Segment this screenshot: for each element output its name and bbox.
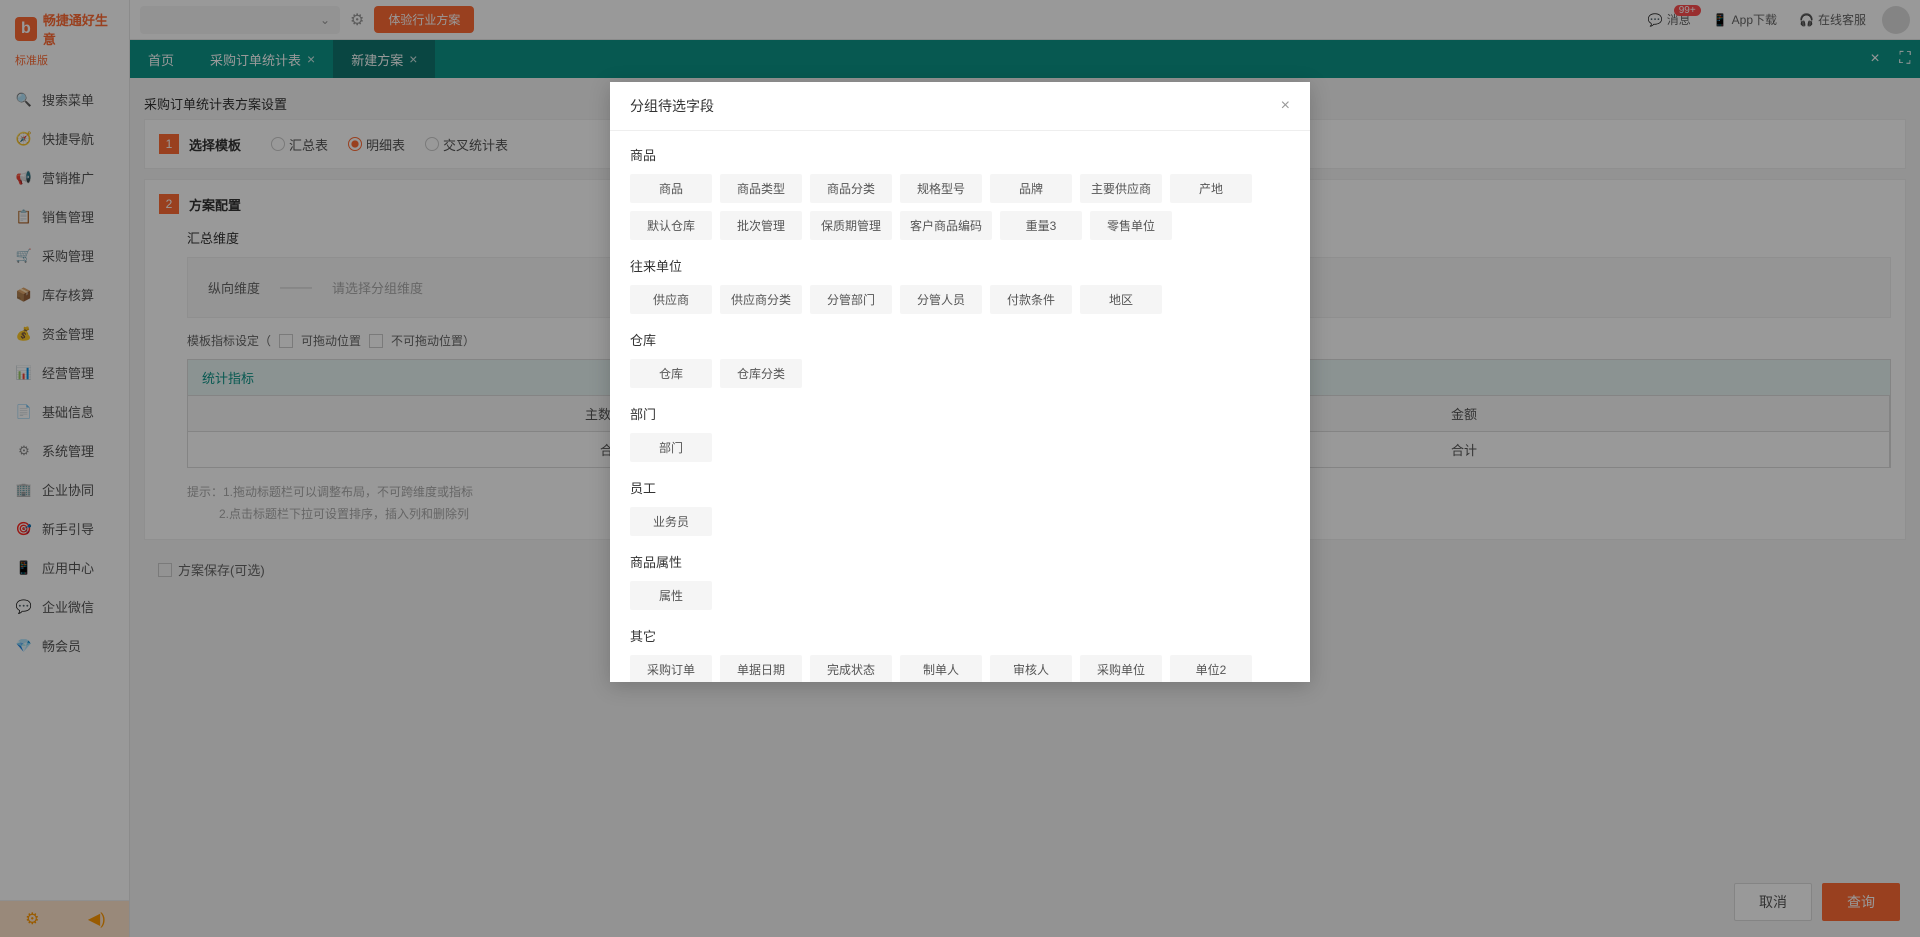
field-chip[interactable]: 付款条件 <box>990 285 1072 314</box>
field-chips: 商品商品类型商品分类规格型号品牌主要供应商产地默认仓库批次管理保质期管理客户商品… <box>630 174 1290 240</box>
field-chip[interactable]: 完成状态 <box>810 655 892 682</box>
field-chip[interactable]: 商品类型 <box>720 174 802 203</box>
field-chip[interactable]: 审核人 <box>990 655 1072 682</box>
field-chips: 仓库仓库分类 <box>630 359 1290 388</box>
field-group-title: 员工 <box>630 478 1290 497</box>
field-chip[interactable]: 地区 <box>1080 285 1162 314</box>
close-icon[interactable]: × <box>1281 97 1290 115</box>
field-group-title: 往来单位 <box>630 256 1290 275</box>
field-group: 商品商品商品类型商品分类规格型号品牌主要供应商产地默认仓库批次管理保质期管理客户… <box>630 145 1290 240</box>
field-chip[interactable]: 分管部门 <box>810 285 892 314</box>
field-chip[interactable]: 批次管理 <box>720 211 802 240</box>
field-chip[interactable]: 重量3 <box>1000 211 1082 240</box>
field-group-title: 其它 <box>630 626 1290 645</box>
modal-body: 商品商品商品类型商品分类规格型号品牌主要供应商产地默认仓库批次管理保质期管理客户… <box>610 131 1310 682</box>
field-chip[interactable]: 产地 <box>1170 174 1252 203</box>
field-chip[interactable]: 零售单位 <box>1090 211 1172 240</box>
field-group: 部门部门 <box>630 404 1290 462</box>
field-group: 其它采购订单单据日期完成状态制单人审核人采购单位单位2主计量批号价格类型预计到货… <box>630 626 1290 682</box>
field-group: 仓库仓库仓库分类 <box>630 330 1290 388</box>
field-chip[interactable]: 采购订单 <box>630 655 712 682</box>
field-chip[interactable]: 单位2 <box>1170 655 1252 682</box>
modal-header: 分组待选字段 × <box>610 82 1310 131</box>
field-chips: 属性 <box>630 581 1290 610</box>
field-chips: 供应商供应商分类分管部门分管人员付款条件地区 <box>630 285 1290 314</box>
field-chip[interactable]: 部门 <box>630 433 712 462</box>
field-chip[interactable]: 单据日期 <box>720 655 802 682</box>
field-chips: 业务员 <box>630 507 1290 536</box>
field-chip[interactable]: 制单人 <box>900 655 982 682</box>
field-chip[interactable]: 业务员 <box>630 507 712 536</box>
field-group: 往来单位供应商供应商分类分管部门分管人员付款条件地区 <box>630 256 1290 314</box>
field-chip[interactable]: 供应商分类 <box>720 285 802 314</box>
field-group-title: 仓库 <box>630 330 1290 349</box>
field-select-modal: 分组待选字段 × 商品商品商品类型商品分类规格型号品牌主要供应商产地默认仓库批次… <box>610 82 1310 682</box>
field-chip[interactable]: 保质期管理 <box>810 211 892 240</box>
field-chips: 部门 <box>630 433 1290 462</box>
field-group: 员工业务员 <box>630 478 1290 536</box>
field-group-title: 商品 <box>630 145 1290 164</box>
field-chip[interactable]: 属性 <box>630 581 712 610</box>
field-chip[interactable]: 供应商 <box>630 285 712 314</box>
field-chip[interactable]: 规格型号 <box>900 174 982 203</box>
field-chip[interactable]: 主要供应商 <box>1080 174 1162 203</box>
field-chip[interactable]: 客户商品编码 <box>900 211 992 240</box>
field-chip[interactable]: 仓库分类 <box>720 359 802 388</box>
field-chip[interactable]: 分管人员 <box>900 285 982 314</box>
field-group-title: 商品属性 <box>630 552 1290 571</box>
field-chip[interactable]: 默认仓库 <box>630 211 712 240</box>
field-group-title: 部门 <box>630 404 1290 423</box>
field-chip[interactable]: 品牌 <box>990 174 1072 203</box>
field-chip[interactable]: 商品分类 <box>810 174 892 203</box>
field-chips: 采购订单单据日期完成状态制单人审核人采购单位单位2主计量批号价格类型预计到货日期… <box>630 655 1290 682</box>
modal-title: 分组待选字段 <box>630 96 714 116</box>
field-chip[interactable]: 仓库 <box>630 359 712 388</box>
field-chip[interactable]: 采购单位 <box>1080 655 1162 682</box>
field-chip[interactable]: 商品 <box>630 174 712 203</box>
field-group: 商品属性属性 <box>630 552 1290 610</box>
